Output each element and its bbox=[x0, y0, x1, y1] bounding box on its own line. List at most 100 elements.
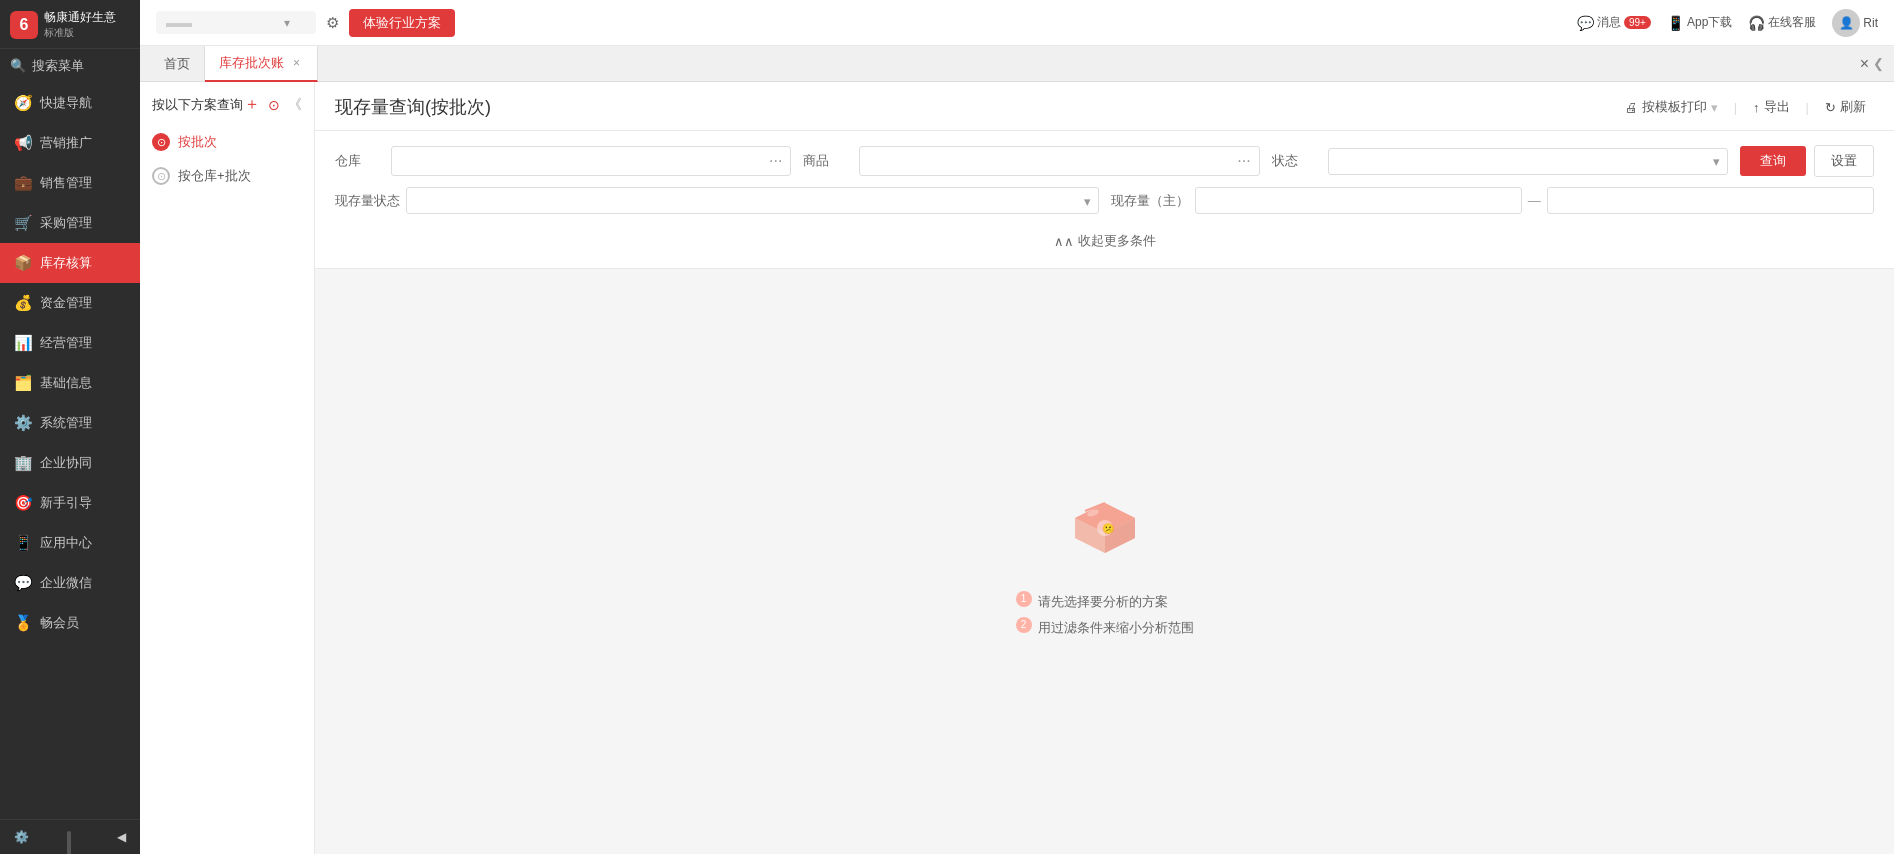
product-label: 商品 bbox=[803, 152, 853, 170]
svg-text:😕: 😕 bbox=[1102, 522, 1115, 535]
topbar-search-icon: ▬▬ bbox=[166, 15, 192, 30]
sidebar-item-basic[interactable]: 🗂️ 基础信息 bbox=[0, 363, 140, 403]
table-area: 😕 1 请先选择要分析的方案 2 用过滤条件来缩小分析范围 bbox=[315, 269, 1894, 854]
sidebar-search-label: 搜索菜单 bbox=[32, 57, 84, 75]
filter-panel: 按以下方案查询 ＋ ⊙ 《 ⊙ 按批次 ⊙ 按仓库+批次 bbox=[140, 82, 315, 854]
filter-row-1: 仓库 ··· 商品 ··· bbox=[335, 145, 1874, 177]
quick-nav-icon: 🧭 bbox=[14, 94, 32, 112]
collapse-icon[interactable]: ◀ bbox=[117, 830, 126, 844]
warehouse-field: 仓库 ··· bbox=[335, 146, 791, 176]
topbar-search-area[interactable]: ▬▬ ▾ bbox=[156, 11, 316, 34]
sidebar-item-appstore[interactable]: 📱 应用中心 bbox=[0, 523, 140, 563]
filter-item-label-warehouse: 按仓库+批次 bbox=[178, 167, 251, 185]
filter-item-icon-batch: ⊙ bbox=[152, 133, 170, 151]
stock-qty-min[interactable] bbox=[1195, 187, 1522, 214]
filter-settings-icon[interactable]: ⊙ bbox=[268, 97, 280, 113]
sidebar-item-label: 系统管理 bbox=[40, 414, 92, 432]
messages-button[interactable]: 💬 消息 99+ bbox=[1577, 14, 1651, 31]
search-icon: 🔍 bbox=[10, 58, 26, 73]
stock-status-select[interactable] bbox=[406, 187, 1099, 214]
sidebar-item-label: 应用中心 bbox=[40, 534, 92, 552]
sidebar-footer: ⚙️ ◀ bbox=[0, 819, 140, 854]
stock-qty-max[interactable] bbox=[1547, 187, 1874, 214]
sidebar-item-inventory[interactable]: 📦 库存核算 bbox=[0, 243, 140, 283]
product-dots[interactable]: ··· bbox=[1237, 152, 1250, 170]
sidebar-item-marketing[interactable]: 📢 营销推广 bbox=[0, 123, 140, 163]
sidebar-item-member[interactable]: 🏅 畅会员 bbox=[0, 603, 140, 643]
empty-hint-1: 1 请先选择要分析的方案 bbox=[1016, 589, 1194, 615]
collapse-more-label: 收起更多条件 bbox=[1078, 232, 1156, 250]
system-icon: ⚙️ bbox=[14, 414, 32, 432]
tab-chevron-icon[interactable]: ❮ bbox=[1873, 56, 1884, 71]
sidebar-item-label: 采购管理 bbox=[40, 214, 92, 232]
empty-illustration: 😕 bbox=[1055, 483, 1155, 573]
export-label: 导出 bbox=[1764, 98, 1790, 116]
empty-hints: 1 请先选择要分析的方案 2 用过滤条件来缩小分析范围 bbox=[1016, 589, 1194, 641]
message-icon: 💬 bbox=[1577, 15, 1594, 31]
print-button[interactable]: 🖨 按模板打印 ▾ bbox=[1617, 94, 1726, 120]
query-button[interactable]: 查询 bbox=[1740, 146, 1806, 176]
filter-item-by-batch[interactable]: ⊙ 按批次 bbox=[140, 125, 314, 159]
phone-icon: 📱 bbox=[1667, 15, 1684, 31]
sidebar-item-label: 经营管理 bbox=[40, 334, 92, 352]
user-name: Rit bbox=[1863, 16, 1878, 30]
tab-home[interactable]: 首页 bbox=[150, 46, 205, 82]
sidebar-item-wechat[interactable]: 💬 企业微信 bbox=[0, 563, 140, 603]
messages-badge: 99+ bbox=[1624, 16, 1651, 29]
headset-icon: 🎧 bbox=[1748, 15, 1765, 31]
sidebar-item-sales[interactable]: 💼 销售管理 bbox=[0, 163, 140, 203]
stock-qty-range: — bbox=[1195, 187, 1875, 214]
settings-button[interactable]: 设置 bbox=[1814, 145, 1874, 177]
export-icon: ↑ bbox=[1753, 100, 1760, 115]
hint-text-2: 用过滤条件来缩小分析范围 bbox=[1038, 615, 1194, 641]
main-area: ▬▬ ▾ ⚙ 体验行业方案 💬 消息 99+ 📱 App下载 🎧 在线客服 👤 bbox=[140, 0, 1894, 854]
stock-status-label: 现存量状态 bbox=[335, 192, 400, 210]
sidebar-item-newbie[interactable]: 🎯 新手引导 bbox=[0, 483, 140, 523]
status-select[interactable] bbox=[1328, 148, 1728, 175]
main-content: 现存量查询(按批次) 🖨 按模板打印 ▾ | ↑ 导出 | ↻ bbox=[315, 82, 1894, 854]
warehouse-input[interactable]: ··· bbox=[391, 146, 791, 176]
filter-panel-title: 按以下方案查询 bbox=[152, 96, 243, 114]
user-menu[interactable]: 👤 Rit bbox=[1832, 9, 1878, 37]
chevron-up-icon: ∧∧ bbox=[1054, 234, 1074, 249]
sidebar-item-quick-nav[interactable]: 🧭 快捷导航 bbox=[0, 83, 140, 123]
sidebar-search[interactable]: 🔍 搜索菜单 bbox=[0, 49, 140, 83]
warehouse-dots[interactable]: ··· bbox=[769, 152, 782, 170]
wechat-icon: 💬 bbox=[14, 574, 32, 592]
filter-actions: 查询 设置 bbox=[1740, 145, 1874, 177]
collapse-more-button[interactable]: ∧∧ 收起更多条件 bbox=[335, 224, 1874, 258]
sidebar-item-label: 营销推广 bbox=[40, 134, 92, 152]
topbar-search-input[interactable] bbox=[198, 16, 278, 30]
export-button[interactable]: ↑ 导出 bbox=[1745, 94, 1798, 120]
tab-close-icon[interactable]: × bbox=[290, 55, 303, 71]
app-logo: 6 bbox=[10, 11, 38, 39]
online-service-button[interactable]: 🎧 在线客服 bbox=[1748, 14, 1816, 31]
hint-num-2: 2 bbox=[1016, 617, 1032, 633]
sidebar-item-finance[interactable]: 💰 资金管理 bbox=[0, 283, 140, 323]
filter-add-icon[interactable]: ＋ bbox=[244, 94, 260, 115]
hint-num-1: 1 bbox=[1016, 591, 1032, 607]
sidebar-item-purchase[interactable]: 🛒 采购管理 bbox=[0, 203, 140, 243]
topbar-chevron-icon: ▾ bbox=[284, 16, 290, 30]
settings-icon[interactable]: ⚙️ bbox=[14, 830, 29, 844]
filter-item-by-warehouse-batch[interactable]: ⊙ 按仓库+批次 bbox=[140, 159, 314, 193]
online-service-label: 在线客服 bbox=[1768, 14, 1816, 31]
sidebar-item-system[interactable]: ⚙️ 系统管理 bbox=[0, 403, 140, 443]
filter-collapse-icon[interactable]: 《 bbox=[288, 96, 302, 114]
tab-inventory-batch[interactable]: 库存批次账 × bbox=[205, 46, 318, 82]
sidebar-item-label: 快捷导航 bbox=[40, 94, 92, 112]
tab-panel-close-icon[interactable]: × bbox=[1860, 55, 1869, 73]
product-input[interactable]: ··· bbox=[859, 146, 1259, 176]
experience-industry-button[interactable]: 体验行业方案 bbox=[349, 9, 455, 37]
sidebar-item-enterprise[interactable]: 🏢 企业协同 bbox=[0, 443, 140, 483]
app-download-button[interactable]: 📱 App下载 bbox=[1667, 14, 1732, 31]
page-title: 现存量查询(按批次) bbox=[335, 95, 491, 119]
filter-item-label-batch: 按批次 bbox=[178, 133, 217, 151]
sidebar-item-operations[interactable]: 📊 经营管理 bbox=[0, 323, 140, 363]
topbar-gear-icon[interactable]: ⚙ bbox=[326, 14, 339, 32]
stock-qty-label: 现存量（主） bbox=[1111, 192, 1189, 210]
refresh-label: 刷新 bbox=[1840, 98, 1866, 116]
inventory-icon: 📦 bbox=[14, 254, 32, 272]
enterprise-icon: 🏢 bbox=[14, 454, 32, 472]
refresh-button[interactable]: ↻ 刷新 bbox=[1817, 94, 1874, 120]
